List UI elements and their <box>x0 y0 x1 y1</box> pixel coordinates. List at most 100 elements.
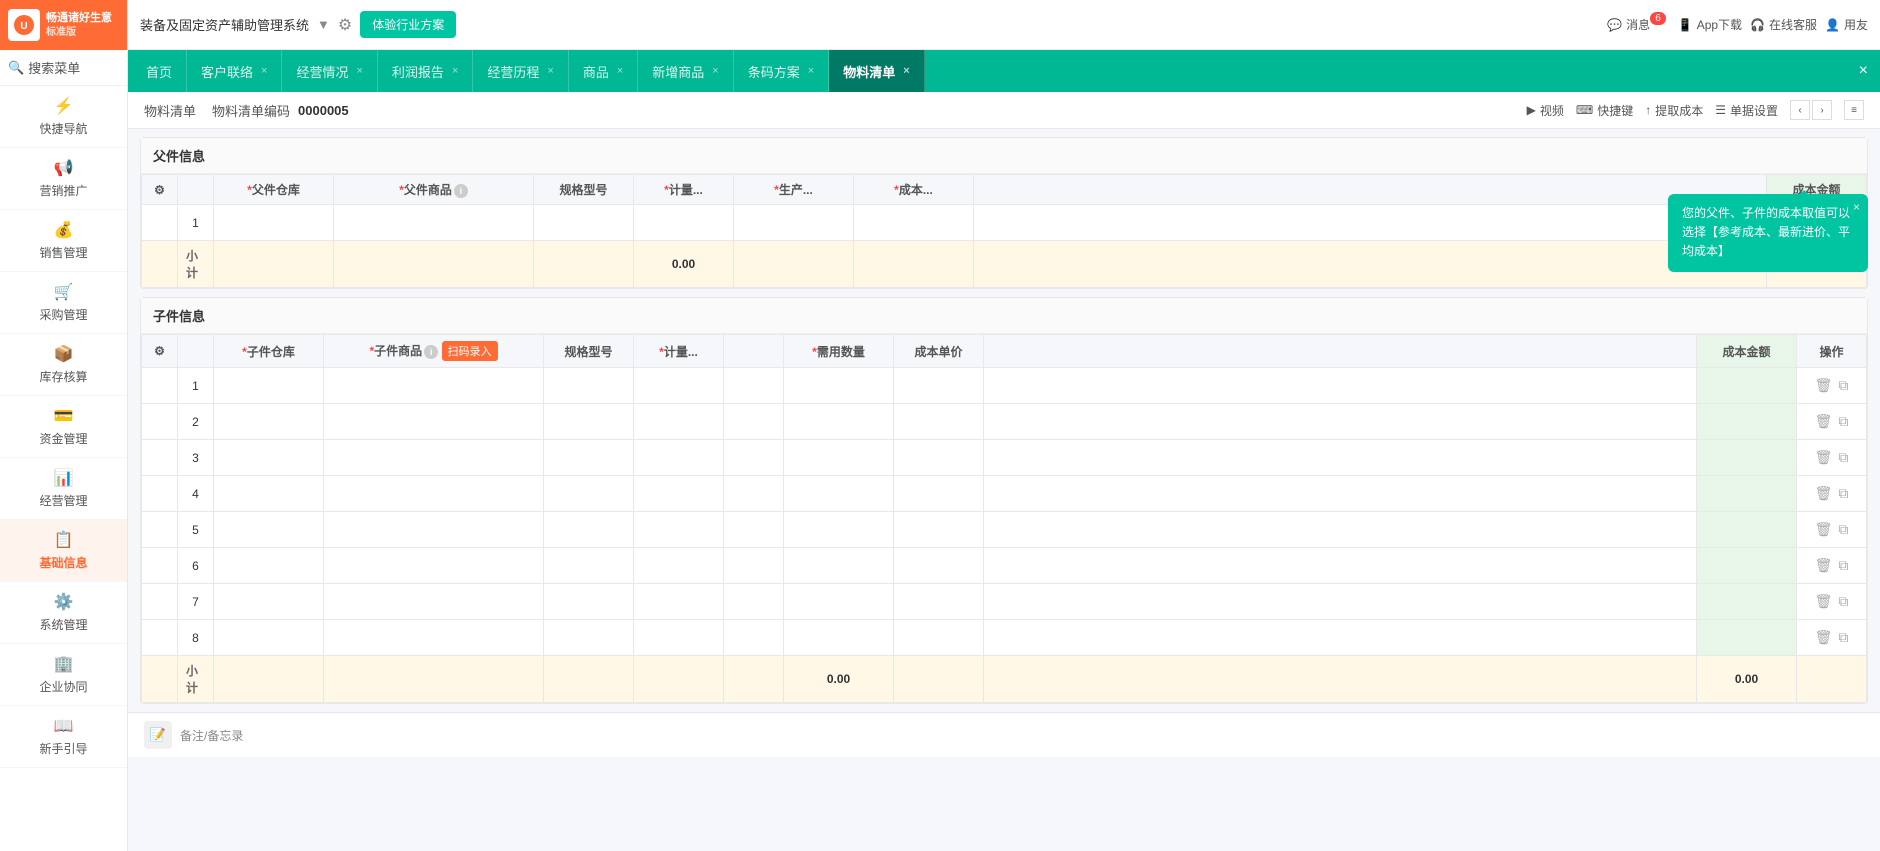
tab-new-product-close[interactable]: × <box>712 65 718 77</box>
delete-icon[interactable]: 🗑 <box>1815 413 1833 430</box>
child-row-7-quantity[interactable] <box>784 584 894 620</box>
tab-new-product[interactable]: 新增商品 × <box>638 50 733 92</box>
tab-products-close[interactable]: × <box>617 65 623 77</box>
shortcut-action[interactable]: ⌨ 快捷键 <box>1576 102 1633 119</box>
child-row-8-quantity[interactable] <box>784 620 894 656</box>
child-row-5-product[interactable] <box>324 512 544 548</box>
child-row-7-spec[interactable] <box>544 584 634 620</box>
tab-barcode[interactable]: 条码方案 × <box>734 50 829 92</box>
parent-row-1-production[interactable] <box>734 205 854 241</box>
child-row-3-product[interactable] <box>324 440 544 476</box>
parent-row-1-product[interactable] <box>334 205 534 241</box>
child-row-1-quantity[interactable] <box>784 368 894 404</box>
parent-col-settings[interactable]: ⚙ <box>142 175 178 205</box>
prev-arrow[interactable]: ‹ <box>1790 100 1810 120</box>
child-row-4-product[interactable] <box>324 476 544 512</box>
child-row-4-quantity[interactable] <box>784 476 894 512</box>
child-row-6-quantity[interactable] <box>784 548 894 584</box>
parent-row-1-unit[interactable] <box>634 205 734 241</box>
user-action[interactable]: 👤 用友 <box>1825 16 1868 33</box>
delete-icon[interactable]: 🗑 <box>1815 485 1833 502</box>
child-row-4-spec[interactable] <box>544 476 634 512</box>
tab-ops-status-close[interactable]: × <box>356 65 362 77</box>
child-row-6-product[interactable] <box>324 548 544 584</box>
tab-profit[interactable]: 利润报告 × <box>378 50 473 92</box>
child-row-3-spec[interactable] <box>544 440 634 476</box>
copy-icon[interactable]: ⧉ <box>1838 557 1848 574</box>
sidebar-item-operations[interactable]: 📊 经营管理 <box>0 458 127 520</box>
delete-icon[interactable]: 🗑 <box>1815 629 1833 646</box>
list-view-btn[interactable]: ≡ <box>1844 100 1864 120</box>
sidebar-search[interactable]: 🔍 搜索菜单 <box>0 50 127 86</box>
child-row-4-cost-unit[interactable] <box>894 476 984 512</box>
single-setting-action[interactable]: ☰ 单据设置 <box>1715 102 1778 119</box>
child-row-6-warehouse[interactable] <box>214 548 324 584</box>
child-col-settings[interactable]: ⚙ <box>142 335 178 368</box>
copy-icon[interactable]: ⧉ <box>1838 485 1848 502</box>
scan-btn[interactable]: 扫码录入 <box>442 341 498 361</box>
child-row-1-warehouse[interactable] <box>214 368 324 404</box>
sidebar-item-system[interactable]: ⚙️ 系统管理 <box>0 582 127 644</box>
tab-customer[interactable]: 客户联络 × <box>187 50 282 92</box>
child-row-6-spec[interactable] <box>544 548 634 584</box>
delete-icon[interactable]: 🗑 <box>1815 557 1833 574</box>
parent-row-1-warehouse[interactable] <box>214 205 334 241</box>
extract-cost-action[interactable]: ↑ 提取成本 <box>1645 102 1703 119</box>
child-row-8-unit[interactable] <box>634 620 724 656</box>
delete-icon[interactable]: 🗑 <box>1815 521 1833 538</box>
message-action[interactable]: 💬 消息 6 <box>1607 16 1670 33</box>
child-row-7-warehouse[interactable] <box>214 584 324 620</box>
child-row-1-cost-unit[interactable] <box>894 368 984 404</box>
copy-icon[interactable]: ⧉ <box>1838 413 1848 430</box>
parent-row-1-cost[interactable] <box>854 205 974 241</box>
child-row-7-product[interactable] <box>324 584 544 620</box>
child-row-2-quantity[interactable] <box>784 404 894 440</box>
child-row-1-unit[interactable] <box>634 368 724 404</box>
delete-icon[interactable]: 🗑 <box>1815 593 1833 610</box>
tab-barcode-close[interactable]: × <box>808 65 814 77</box>
video-action[interactable]: ▶ 视频 <box>1527 102 1564 119</box>
child-row-1-product[interactable] <box>324 368 544 404</box>
copy-icon[interactable]: ⧉ <box>1838 629 1848 646</box>
child-row-3-quantity[interactable] <box>784 440 894 476</box>
child-row-5-quantity[interactable] <box>784 512 894 548</box>
sidebar-item-guide[interactable]: 📖 新手引导 <box>0 706 127 768</box>
child-row-2-spec[interactable] <box>544 404 634 440</box>
experience-btn[interactable]: 体验行业方案 <box>360 11 456 38</box>
copy-icon[interactable]: ⧉ <box>1838 593 1848 610</box>
next-arrow[interactable]: › <box>1812 100 1832 120</box>
child-row-2-warehouse[interactable] <box>214 404 324 440</box>
dropdown-icon[interactable]: ▼ <box>317 17 330 32</box>
child-row-3-unit[interactable] <box>634 440 724 476</box>
child-row-8-spec[interactable] <box>544 620 634 656</box>
child-row-7-cost-unit[interactable] <box>894 584 984 620</box>
copy-icon[interactable]: ⧉ <box>1838 377 1848 394</box>
sidebar-item-quick-nav[interactable]: ⚡ 快捷导航 <box>0 86 127 148</box>
tab-profit-close[interactable]: × <box>452 65 458 77</box>
sidebar-item-enterprise[interactable]: 🏢 企业协同 <box>0 644 127 706</box>
child-row-6-unit[interactable] <box>634 548 724 584</box>
copy-icon[interactable]: ⧉ <box>1838 521 1848 538</box>
tab-ops-status[interactable]: 经营情况 × <box>282 50 377 92</box>
delete-icon[interactable]: 🗑 <box>1815 377 1833 394</box>
online-service-action[interactable]: 🎧 在线客服 <box>1750 16 1817 33</box>
child-row-1-spec[interactable] <box>544 368 634 404</box>
tab-ops-process[interactable]: 经营历程 × <box>473 50 568 92</box>
child-row-3-cost-unit[interactable] <box>894 440 984 476</box>
tab-customer-close[interactable]: × <box>261 65 267 77</box>
child-row-8-warehouse[interactable] <box>214 620 324 656</box>
child-row-5-spec[interactable] <box>544 512 634 548</box>
child-row-8-cost-unit[interactable] <box>894 620 984 656</box>
tab-bom[interactable]: 物料清单 × <box>829 50 924 92</box>
tab-products[interactable]: 商品 × <box>569 50 638 92</box>
note-icon[interactable]: 📝 <box>144 721 172 749</box>
child-row-7-unit[interactable] <box>634 584 724 620</box>
sidebar-item-inventory[interactable]: 📦 库存核算 <box>0 334 127 396</box>
child-row-5-warehouse[interactable] <box>214 512 324 548</box>
child-row-5-unit[interactable] <box>634 512 724 548</box>
child-row-5-cost-unit[interactable] <box>894 512 984 548</box>
sidebar-item-finance[interactable]: 💳 资金管理 <box>0 396 127 458</box>
child-row-8-product[interactable] <box>324 620 544 656</box>
sidebar-item-purchase[interactable]: 🛒 采购管理 <box>0 272 127 334</box>
sidebar-item-sales[interactable]: 💰 销售管理 <box>0 210 127 272</box>
